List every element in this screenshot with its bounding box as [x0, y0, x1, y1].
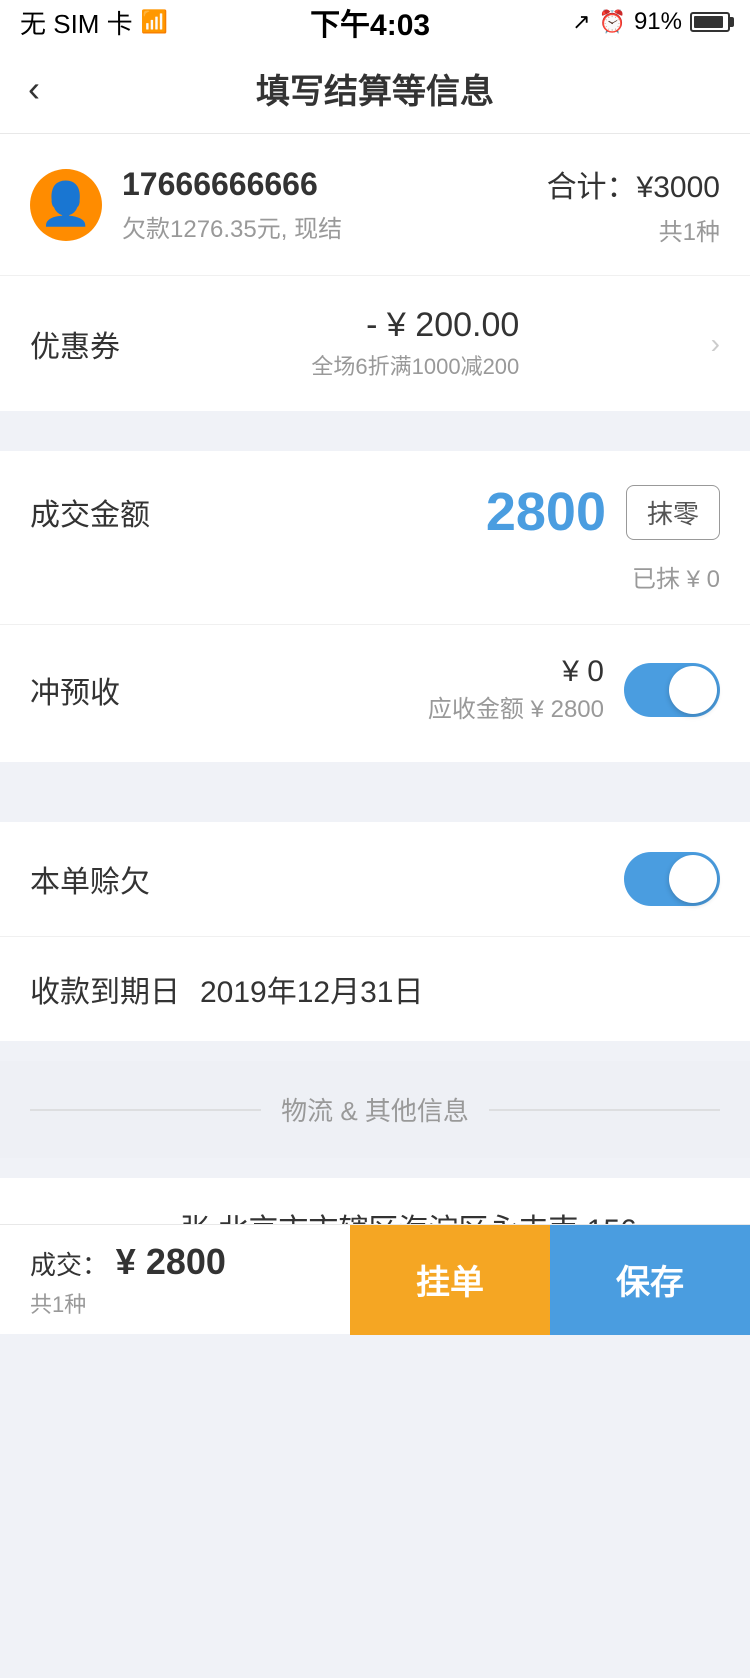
coupon-arrow-icon: ›: [711, 328, 720, 360]
logistics-divider: 物流 & 其他信息: [0, 1061, 750, 1158]
precharge-amount: ¥ 0: [428, 655, 604, 689]
amount-right: 2800 抹零: [486, 481, 720, 543]
total-amount: 合计：¥3000: [547, 162, 720, 206]
save-button[interactable]: 保存: [550, 1225, 750, 1335]
battery-percent: 91%: [634, 8, 682, 36]
divider-2: [0, 782, 750, 802]
customer-phone: 17666666666: [122, 166, 547, 203]
precharge-row: 冲预收 ¥ 0 应收金额 ¥ 2800: [30, 655, 720, 724]
wifi-icon: 📶: [141, 9, 168, 35]
customer-info: 17666666666 欠款1276.35元, 现结: [122, 166, 547, 244]
bottom-summary: 成交： ¥ 2800 共1种: [0, 1241, 350, 1319]
this-order-card: 本单赊欠 收款到期日 2019年12月31日: [0, 822, 750, 1041]
duedate-label: 收款到期日: [30, 967, 180, 1011]
transaction-label: 成交金额: [30, 490, 150, 534]
bottom-deal-amount: ¥ 2800: [116, 1241, 226, 1282]
gray-space: [0, 1348, 750, 1548]
bottom-sub: 共1种: [30, 1287, 320, 1319]
coupon-row[interactable]: 优惠券 - ¥ 200.00 全场6折满1000减200 ›: [0, 276, 750, 411]
round-button[interactable]: 抹零: [626, 485, 720, 540]
customer-card: 👤 17666666666 欠款1276.35元, 现结 合计：¥3000 共1…: [0, 134, 750, 411]
main-content: 👤 17666666666 欠款1276.35元, 现结 合计：¥3000 共1…: [0, 134, 750, 1678]
divider-1: [0, 431, 750, 451]
this-order-toggle[interactable]: [624, 852, 720, 906]
precharge-label: 冲预收: [30, 668, 120, 712]
status-right: ↗ ⏰ 91%: [572, 8, 730, 36]
alarm-icon: ⏰: [599, 9, 626, 35]
customer-row: 👤 17666666666 欠款1276.35元, 现结 合计：¥3000 共1…: [0, 134, 750, 276]
this-order-section: 本单赊欠: [0, 822, 750, 936]
battery-icon: [690, 12, 730, 32]
amount-section: 成交金额 2800 抹零 已抹 ¥ 0: [0, 451, 750, 624]
precharge-amounts: ¥ 0 应收金额 ¥ 2800: [428, 655, 604, 724]
battery-fill: [694, 16, 723, 28]
duedate-row: 收款到期日 2019年12月31日: [30, 967, 720, 1011]
duedate-value: 2019年12月31日: [200, 967, 423, 1011]
precharge-sub: 应收金额 ¥ 2800: [428, 689, 604, 724]
customer-sub: 欠款1276.35元, 现结: [122, 209, 547, 244]
transaction-card: 成交金额 2800 抹零 已抹 ¥ 0 冲预收 ¥ 0 应收金额 ¥ 2800: [0, 451, 750, 762]
amount-row: 成交金额 2800 抹零: [30, 481, 720, 543]
carrier-text: 无 SIM 卡: [20, 4, 133, 41]
back-button[interactable]: ‹: [28, 68, 40, 110]
customer-total: 合计：¥3000 共1种: [547, 162, 720, 247]
coupon-label: 优惠券: [30, 322, 120, 366]
toggle-knob: [669, 666, 717, 714]
time-display: 下午4:03: [310, 0, 430, 44]
duedate-section: 收款到期日 2019年12月31日: [0, 936, 750, 1041]
avatar-icon: 👤: [40, 180, 92, 229]
coupon-desc: 全场6折满1000减200: [311, 349, 519, 381]
avatar: 👤: [30, 169, 102, 241]
logistics-text: 物流 & 其他信息: [261, 1096, 489, 1126]
bottom-deal-row: 成交： ¥ 2800: [30, 1241, 320, 1283]
total-sub: 共1种: [547, 212, 720, 247]
status-bar: 无 SIM 卡 📶 下午4:03 ↗ ⏰ 91%: [0, 0, 750, 44]
location-icon: ↗: [572, 9, 590, 35]
bottom-padding: [0, 1548, 750, 1678]
bottom-deal-label: 成交：: [30, 1250, 108, 1280]
page-title: 填写结算等信息: [256, 64, 494, 113]
status-left: 无 SIM 卡 📶: [20, 4, 168, 41]
precharge-toggle[interactable]: [624, 663, 720, 717]
precharge-right: ¥ 0 应收金额 ¥ 2800: [428, 655, 720, 724]
coupon-discount: - ¥ 200.00: [311, 306, 519, 345]
bottom-bar: 成交： ¥ 2800 共1种 挂单 保存: [0, 1224, 750, 1334]
this-order-label: 本单赊欠: [30, 857, 150, 901]
transaction-value: 2800: [486, 481, 606, 543]
transaction-sub: 已抹 ¥ 0: [30, 559, 720, 594]
this-order-toggle-knob: [669, 855, 717, 903]
hold-button[interactable]: 挂单: [350, 1225, 550, 1335]
precharge-section: 冲预收 ¥ 0 应收金额 ¥ 2800: [0, 624, 750, 762]
nav-bar: ‹ 填写结算等信息: [0, 44, 750, 134]
